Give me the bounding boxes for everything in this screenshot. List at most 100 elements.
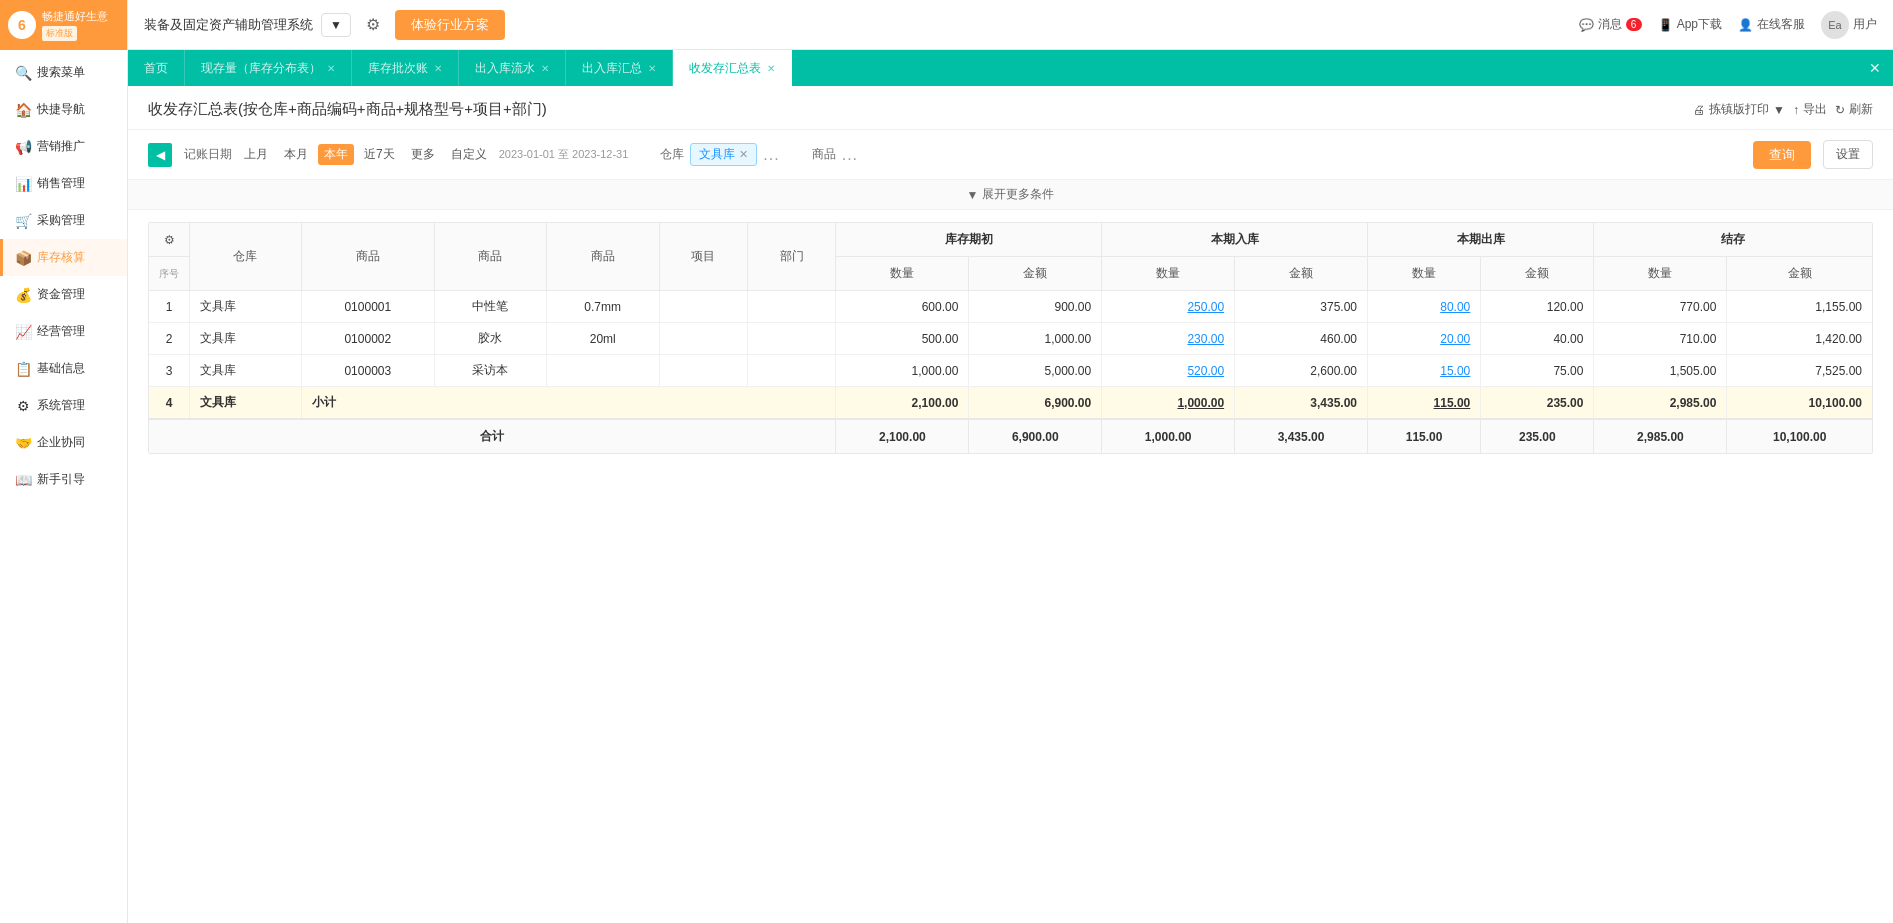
search-icon: 🔍 xyxy=(15,65,31,81)
sidebar-item-base[interactable]: 📋 基础信息 xyxy=(0,350,127,387)
tab-batch[interactable]: 库存批次账 ✕ xyxy=(352,50,459,86)
app-download-item[interactable]: 📱 App下载 xyxy=(1658,16,1722,33)
cell-dept-3 xyxy=(748,355,836,387)
inventory-icon: 📦 xyxy=(15,250,31,266)
enterprise-icon: 🤝 xyxy=(15,435,31,451)
cell-total-out-qty: 115.00 xyxy=(1368,419,1481,453)
sidebar-item-search[interactable]: 🔍 搜索菜单 xyxy=(0,54,127,91)
filter-toggle-button[interactable]: ◀ xyxy=(148,143,172,167)
th-goods-name: 商品 xyxy=(434,223,546,291)
tab-home-label: 首页 xyxy=(144,60,168,77)
tabs-close-all-icon[interactable]: ✕ xyxy=(1857,60,1893,76)
date-btn-custom[interactable]: 自定义 xyxy=(445,144,493,165)
tab-batch-label: 库存批次账 xyxy=(368,60,428,77)
tab-batch-close[interactable]: ✕ xyxy=(434,63,442,74)
cell-subtotal-out-qty[interactable]: 115.00 xyxy=(1368,387,1481,420)
cell-in-qty-3[interactable]: 520.00 xyxy=(1102,355,1235,387)
cell-open-qty-1: 600.00 xyxy=(836,291,969,323)
tab-stock-dist[interactable]: 现存量（库存分布表） ✕ xyxy=(185,50,352,86)
tab-inout-flow-close[interactable]: ✕ xyxy=(541,63,549,74)
message-item[interactable]: 💬 消息 6 xyxy=(1579,16,1642,33)
table-section: ⚙ 仓库 商品 商品 商品 项目 部门 库存期初 本期入库 本期出库 xyxy=(128,222,1893,474)
sidebar-menu: 🔍 搜索菜单 🏠 快捷导航 📢 营销推广 📊 销售管理 🛒 采购管理 📦 库存核… xyxy=(0,50,127,923)
tab-stock-dist-close[interactable]: ✕ xyxy=(327,63,335,74)
sidebar-item-purchase[interactable]: 🛒 采购管理 xyxy=(0,202,127,239)
cell-in-qty-2[interactable]: 230.00 xyxy=(1102,323,1235,355)
tab-inout-summary-close[interactable]: ✕ xyxy=(648,63,656,74)
query-button[interactable]: 查询 xyxy=(1753,141,1811,169)
system-dropdown[interactable]: ▼ xyxy=(321,13,351,37)
print-icon: 🖨 xyxy=(1693,103,1705,117)
th-settings[interactable]: ⚙ xyxy=(149,223,190,257)
cell-out-qty-1[interactable]: 80.00 xyxy=(1368,291,1481,323)
filter-settings-button[interactable]: 设置 xyxy=(1823,140,1873,169)
sidebar-item-system[interactable]: ⚙ 系统管理 xyxy=(0,387,127,424)
export-button[interactable]: ↑ 导出 xyxy=(1793,101,1827,118)
cell-out-qty-3[interactable]: 15.00 xyxy=(1368,355,1481,387)
cell-dept-2 xyxy=(748,323,836,355)
quick-icon: 🏠 xyxy=(15,102,31,118)
cell-bal-qty-1: 770.00 xyxy=(1594,291,1727,323)
trial-button[interactable]: 体验行业方案 xyxy=(395,10,505,40)
cell-subtotal-in-qty[interactable]: 1,000.00 xyxy=(1102,387,1235,420)
warehouse-tag-close-icon[interactable]: ✕ xyxy=(739,148,748,161)
user-item[interactable]: Ea 用户 xyxy=(1821,11,1877,39)
sidebar-item-guide[interactable]: 📖 新手引导 xyxy=(0,461,127,498)
goods-more-button[interactable]: ... xyxy=(842,146,858,164)
cell-in-amt-3: 2,600.00 xyxy=(1235,355,1368,387)
date-btn-more[interactable]: 更多 xyxy=(405,144,441,165)
date-options: 上月 本月 本年 近7天 更多 自定义 xyxy=(238,144,493,165)
app-tag: 标准版 xyxy=(42,26,77,41)
tabs-bar: 首页 现存量（库存分布表） ✕ 库存批次账 ✕ 出入库流水 ✕ 出入库汇总 ✕ … xyxy=(128,50,1893,86)
tab-recv-send-close[interactable]: ✕ xyxy=(767,63,775,74)
export-label: 导出 xyxy=(1803,101,1827,118)
filter-bar: ◀ 记账日期 上月 本月 本年 近7天 更多 自定义 2023-01-01 至 … xyxy=(128,130,1893,180)
tab-home[interactable]: 首页 xyxy=(128,50,185,86)
export-icon: ↑ xyxy=(1793,103,1799,117)
sidebar-item-label-base: 基础信息 xyxy=(37,360,85,377)
refresh-button[interactable]: ↻ 刷新 xyxy=(1835,101,1873,118)
tab-recv-send[interactable]: 收发存汇总表 ✕ xyxy=(673,50,792,86)
cell-open-amt-1: 900.00 xyxy=(969,291,1102,323)
expand-conditions-button[interactable]: ▼ 展开更多条件 xyxy=(967,186,1055,203)
warehouse-more-button[interactable]: ... xyxy=(763,146,779,164)
sidebar-item-marketing[interactable]: 📢 营销推广 xyxy=(0,128,127,165)
online-service-item[interactable]: 👤 在线客服 xyxy=(1738,16,1805,33)
cell-open-amt-2: 1,000.00 xyxy=(969,323,1102,355)
cell-bal-amt-3: 7,525.00 xyxy=(1727,355,1872,387)
cell-in-qty-1[interactable]: 250.00 xyxy=(1102,291,1235,323)
cell-open-qty-3: 1,000.00 xyxy=(836,355,969,387)
sidebar-item-quick[interactable]: 🏠 快捷导航 xyxy=(0,91,127,128)
th-bal-amt: 金额 xyxy=(1727,257,1872,291)
settings-gear-icon[interactable]: ⚙ xyxy=(359,11,387,39)
sidebar-item-operation[interactable]: 📈 经营管理 xyxy=(0,313,127,350)
date-btn-this-year[interactable]: 本年 xyxy=(318,144,354,165)
sidebar-item-label-enterprise: 企业协同 xyxy=(37,434,85,451)
tab-inout-summary[interactable]: 出入库汇总 ✕ xyxy=(566,50,673,86)
sidebar-item-inventory[interactable]: 📦 库存核算 xyxy=(0,239,127,276)
th-bal-qty: 数量 xyxy=(1594,257,1727,291)
marketing-icon: 📢 xyxy=(15,139,31,155)
th-group-out: 本期出库 xyxy=(1368,223,1594,257)
th-no: 序号 xyxy=(149,257,190,291)
date-btn-last-month[interactable]: 上月 xyxy=(238,144,274,165)
warehouse-filter: 仓库 文具库 ✕ ... xyxy=(660,143,779,166)
print-button[interactable]: 🖨 拣镇版打印 ▼ xyxy=(1693,101,1785,118)
date-btn-this-month[interactable]: 本月 xyxy=(278,144,314,165)
sidebar-item-enterprise[interactable]: 🤝 企业协同 xyxy=(0,424,127,461)
th-dept: 部门 xyxy=(748,223,836,291)
online-service-label: 在线客服 xyxy=(1757,16,1805,33)
date-filter-label: 记账日期 xyxy=(184,146,232,163)
tab-inout-flow[interactable]: 出入库流水 ✕ xyxy=(459,50,566,86)
date-filter-section: 记账日期 上月 本月 本年 近7天 更多 自定义 2023-01-01 至 20… xyxy=(184,144,628,165)
sidebar-item-sales[interactable]: 📊 销售管理 xyxy=(0,165,127,202)
page-content: 收发存汇总表(按仓库+商品编码+商品+规格型号+项目+部门) 🖨 拣镇版打印 ▼… xyxy=(128,86,1893,923)
date-btn-7days[interactable]: 近7天 xyxy=(358,144,401,165)
sidebar-item-finance[interactable]: 💰 资金管理 xyxy=(0,276,127,313)
cell-warehouse-2: 文具库 xyxy=(190,323,302,355)
cell-subtotal-warehouse: 文具库 xyxy=(190,387,302,420)
th-group-balance: 结存 xyxy=(1594,223,1872,257)
phone-icon: 📱 xyxy=(1658,18,1673,32)
cell-out-qty-2[interactable]: 20.00 xyxy=(1368,323,1481,355)
cell-total-out-amt: 235.00 xyxy=(1481,419,1594,453)
